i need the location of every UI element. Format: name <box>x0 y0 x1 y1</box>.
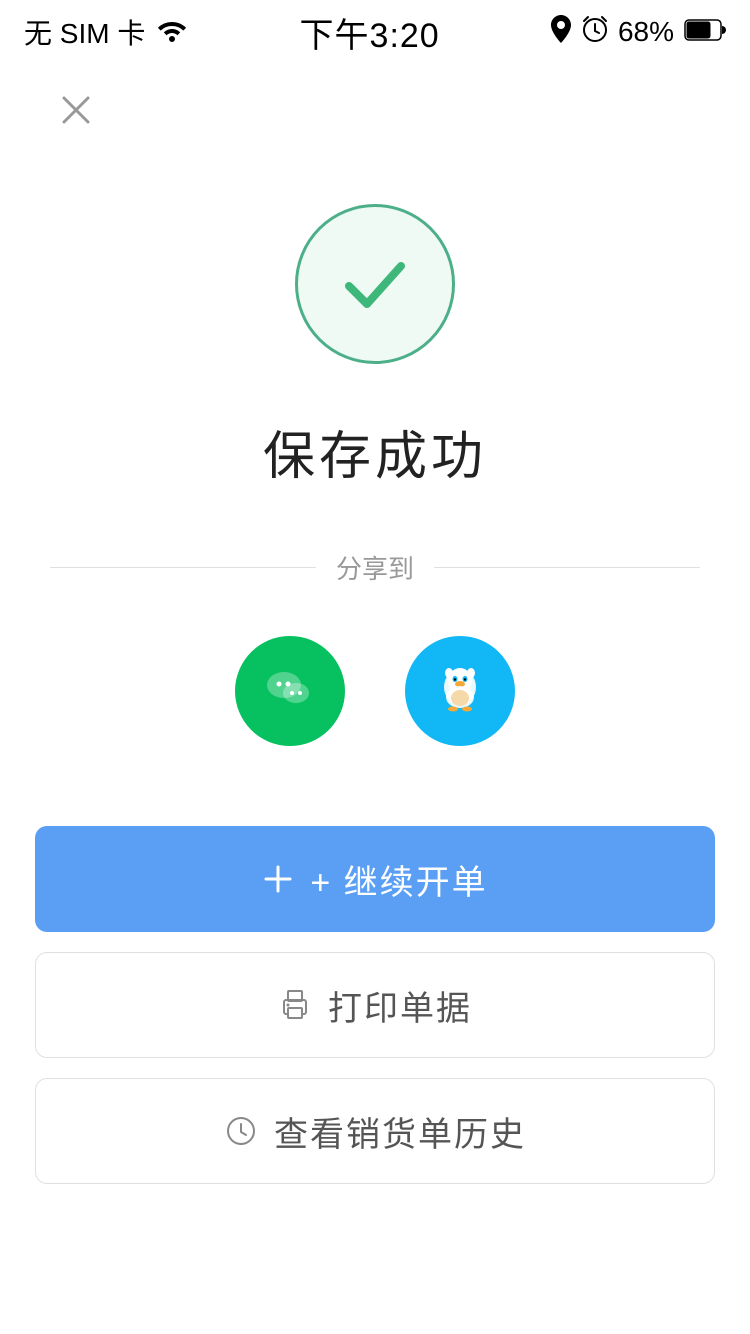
divider-line-left <box>50 567 316 568</box>
wifi-icon <box>155 16 189 49</box>
carrier-text: 无 SIM 卡 <box>24 12 145 52</box>
status-left: 无 SIM 卡 <box>24 12 189 52</box>
alarm-icon <box>582 15 608 50</box>
divider-line-right <box>434 567 700 568</box>
share-label: 分享到 <box>336 549 414 586</box>
continue-label: + 继续开单 <box>310 855 487 904</box>
history-button[interactable]: 查看销货单历史 <box>35 1078 715 1184</box>
success-title: 保存成功 <box>263 414 487 489</box>
history-icon <box>224 1114 258 1148</box>
print-label: 打印单据 <box>328 981 472 1030</box>
history-label: 查看销货单历史 <box>274 1107 526 1156</box>
battery-text: 68% <box>618 16 674 48</box>
share-icons-row <box>235 636 515 746</box>
wechat-share-button[interactable] <box>235 636 345 746</box>
continue-button[interactable]: + 继续开单 <box>35 826 715 932</box>
print-icon <box>278 988 312 1022</box>
status-bar: 无 SIM 卡 下午3:20 68% <box>0 0 750 64</box>
close-button[interactable] <box>46 80 106 140</box>
main-content: 保存成功 分享到 <box>0 64 750 1184</box>
print-button[interactable]: 打印单据 <box>35 952 715 1058</box>
battery-icon <box>684 16 726 48</box>
share-section: 分享到 <box>0 549 750 746</box>
success-icon-circle <box>295 204 455 364</box>
action-buttons: + 继续开单 打印单据 查看销货单历史 <box>35 826 715 1184</box>
plus-icon <box>262 863 294 895</box>
location-icon <box>550 15 572 50</box>
qq-share-button[interactable] <box>405 636 515 746</box>
share-divider: 分享到 <box>0 549 750 586</box>
status-time: 下午3:20 <box>300 8 440 57</box>
status-right: 68% <box>550 15 726 50</box>
